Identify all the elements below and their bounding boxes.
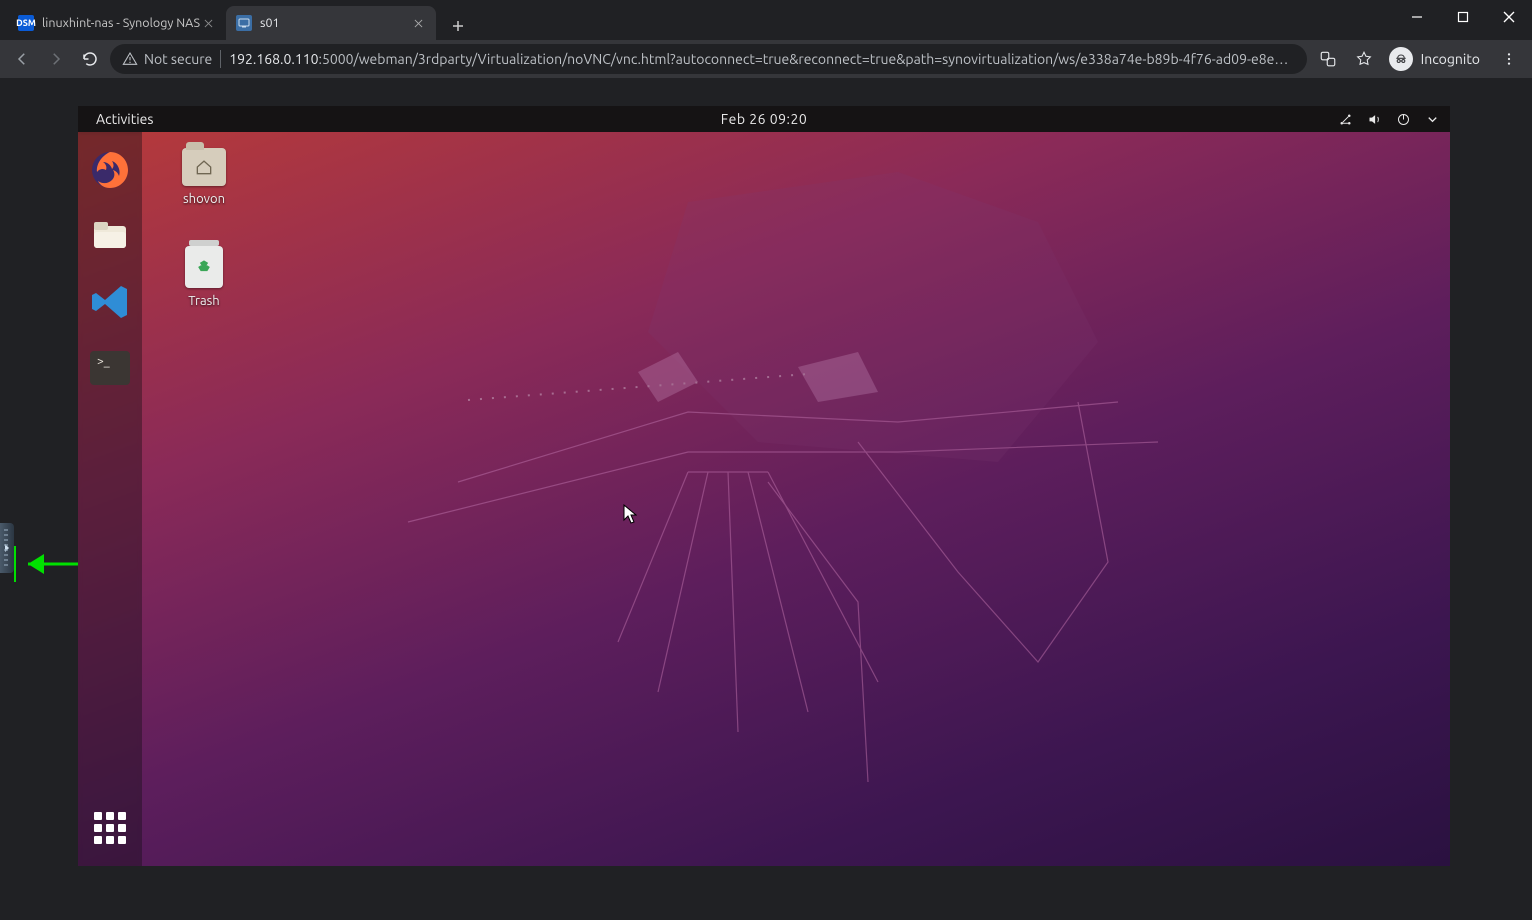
dock-app-files[interactable] xyxy=(86,212,134,260)
tab-title: linuxhint-nas - Synology NAS xyxy=(42,16,200,30)
dock-app-vscode[interactable] xyxy=(86,278,134,326)
network-icon xyxy=(1338,112,1353,127)
incognito-label: Incognito xyxy=(1421,51,1480,67)
mouse-cursor xyxy=(623,504,637,524)
browser-toolbar: Not secure 192.168.0.110:5000/webman/3rd… xyxy=(0,40,1532,78)
browser-tab[interactable]: DSM linuxhint-nas - Synology NAS xyxy=(8,6,226,40)
browser-menu-button[interactable] xyxy=(1494,44,1524,74)
tab-favicon: DSM xyxy=(18,15,34,31)
warning-icon xyxy=(122,51,138,67)
omnibox-divider xyxy=(220,50,221,68)
bookmark-icon[interactable] xyxy=(1349,44,1379,74)
novnc-control-tab[interactable] xyxy=(0,523,14,573)
tab-close-button[interactable] xyxy=(410,15,426,31)
security-label: Not secure xyxy=(144,51,212,67)
incognito-icon xyxy=(1389,47,1413,71)
clock[interactable]: Feb 26 09:20 xyxy=(721,111,808,127)
window-minimize-button[interactable] xyxy=(1394,0,1440,34)
apps-grid-icon xyxy=(94,812,126,844)
desktop-icons: shovon Trash xyxy=(164,148,244,308)
wallpaper-artwork xyxy=(338,142,1238,862)
home-icon xyxy=(194,157,214,177)
browser-tabstrip: DSM linuxhint-nas - Synology NAS s01 xyxy=(0,0,1532,40)
svg-text:>_: >_ xyxy=(97,355,110,368)
ubuntu-desktop[interactable]: >_ shovon Trash xyxy=(78,132,1450,866)
back-button[interactable] xyxy=(8,45,36,73)
power-icon xyxy=(1396,112,1411,127)
address-bar[interactable]: Not secure 192.168.0.110:5000/webman/3rd… xyxy=(110,44,1307,74)
recycle-icon xyxy=(194,257,214,277)
desktop-icon-label: Trash xyxy=(188,294,219,308)
desktop-icon-label: shovon xyxy=(183,192,225,206)
show-applications-button[interactable] xyxy=(90,808,130,848)
volume-icon xyxy=(1367,112,1382,127)
url-text: 192.168.0.110:5000/webman/3rdparty/Virtu… xyxy=(229,51,1294,67)
status-area[interactable] xyxy=(1338,112,1440,127)
window-close-button[interactable] xyxy=(1486,0,1532,34)
tab-favicon xyxy=(236,15,252,31)
chevron-down-icon xyxy=(1425,112,1440,127)
desktop-icon-home[interactable]: shovon xyxy=(164,148,244,206)
dock-app-terminal[interactable]: >_ xyxy=(86,344,134,392)
folder-icon xyxy=(182,148,226,186)
forward-button[interactable] xyxy=(42,45,70,73)
new-tab-button[interactable] xyxy=(444,12,472,40)
activities-button[interactable]: Activities xyxy=(88,111,161,127)
incognito-indicator[interactable]: Incognito xyxy=(1385,44,1488,74)
translate-icon[interactable] xyxy=(1313,44,1343,74)
dock-app-firefox[interactable] xyxy=(86,146,134,194)
tab-title: s01 xyxy=(260,16,410,30)
vnc-canvas[interactable]: Activities Feb 26 09:20 xyxy=(78,106,1450,866)
gnome-topbar: Activities Feb 26 09:20 xyxy=(78,106,1450,132)
tab-close-button[interactable] xyxy=(200,15,216,31)
page-content: Activities Feb 26 09:20 xyxy=(0,78,1532,920)
ubuntu-dock: >_ xyxy=(78,132,142,866)
trash-icon xyxy=(185,246,223,288)
window-maximize-button[interactable] xyxy=(1440,0,1486,34)
reload-button[interactable] xyxy=(76,45,104,73)
browser-tab[interactable]: s01 xyxy=(226,6,436,40)
security-indicator[interactable]: Not secure xyxy=(122,51,212,67)
desktop-icon-trash[interactable]: Trash xyxy=(164,246,244,308)
